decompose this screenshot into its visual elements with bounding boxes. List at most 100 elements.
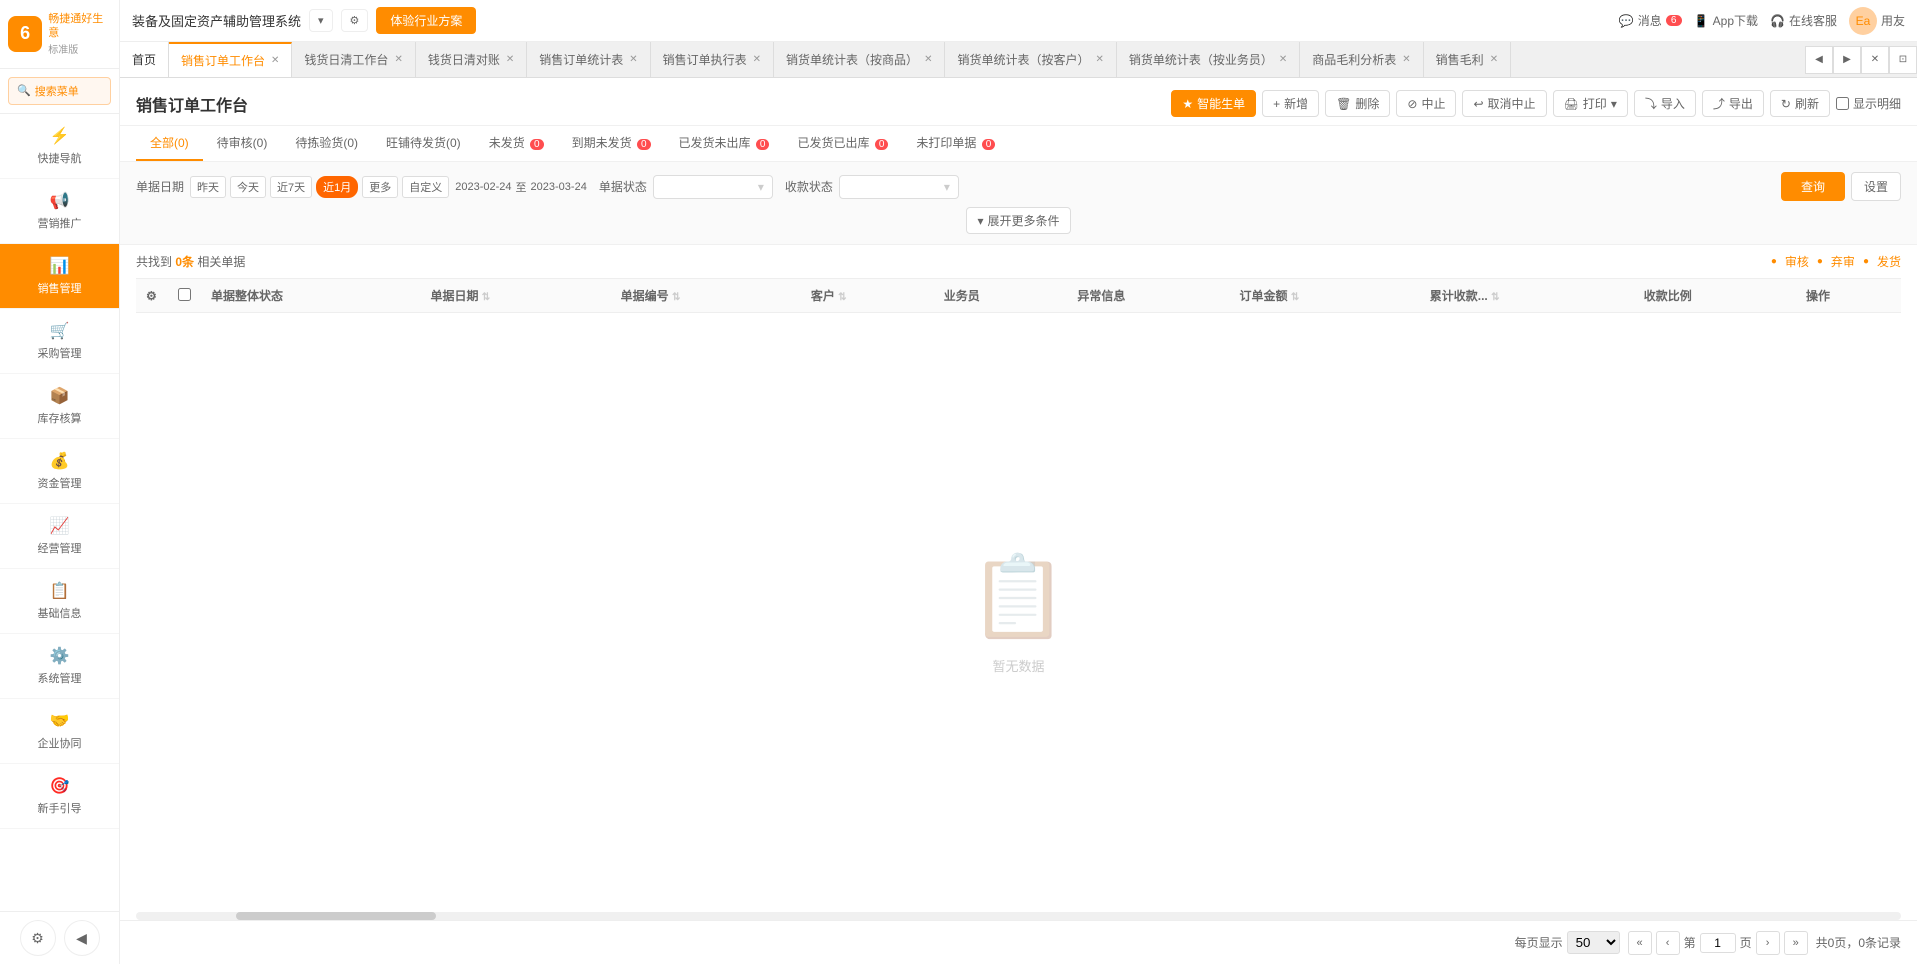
tab-close-icon[interactable]: ✕ bbox=[629, 54, 637, 65]
select-all-checkbox[interactable] bbox=[178, 288, 191, 301]
dropdown-button[interactable]: ▾ bbox=[309, 9, 333, 32]
filter-tab-unprinted[interactable]: 未打印单据 0 bbox=[902, 126, 1009, 161]
sidebar-item-finance[interactable]: 💰 资金管理 bbox=[0, 439, 119, 504]
filter-tab-wangpu[interactable]: 旺铺待发货(0) bbox=[372, 126, 475, 161]
prev-page-button[interactable]: ‹ bbox=[1656, 931, 1680, 955]
delete-button[interactable]: 🗑 删除 bbox=[1325, 90, 1390, 117]
ship-link[interactable]: 发货 bbox=[1877, 253, 1901, 270]
tab-close-all-button[interactable]: ✕ bbox=[1861, 46, 1889, 74]
refresh-button[interactable]: ↻ 刷新 bbox=[1770, 90, 1830, 117]
sidebar-item-marketing[interactable]: 📢 营销推广 bbox=[0, 179, 119, 244]
tab-close-icon[interactable]: ✕ bbox=[1490, 54, 1498, 65]
tab-close-icon[interactable]: ✕ bbox=[1095, 54, 1103, 65]
settings-bottom-button[interactable]: ⚙ bbox=[20, 920, 56, 956]
status-select[interactable]: ▾ bbox=[653, 175, 773, 199]
sidebar-item-quick-nav[interactable]: ⚡ 快捷导航 bbox=[0, 114, 119, 179]
online-service[interactable]: 🎧 在线客服 bbox=[1770, 12, 1837, 29]
sidebar-item-basic[interactable]: 📋 基础信息 bbox=[0, 569, 119, 634]
add-button[interactable]: + 新增 bbox=[1262, 90, 1319, 117]
sort-amount-icon[interactable]: ⇅ bbox=[1291, 292, 1299, 303]
search-menu-button[interactable]: 🔍 搜索菜单 bbox=[8, 77, 111, 105]
date-today-btn[interactable]: 今天 bbox=[230, 176, 266, 198]
filter-tab-pending-check[interactable]: 待拣验货(0) bbox=[281, 126, 372, 161]
review-link[interactable]: 审核 bbox=[1785, 253, 1809, 270]
sort-customer-icon[interactable]: ⇅ bbox=[838, 292, 846, 303]
tab-prev-button[interactable]: ◀ bbox=[1805, 46, 1833, 74]
horizontal-scrollbar[interactable] bbox=[136, 912, 1901, 920]
show-detail-toggle[interactable]: 显示明细 bbox=[1836, 95, 1901, 112]
industry-solution-button[interactable]: 体验行业方案 bbox=[376, 7, 476, 34]
tab-home[interactable]: 首页 bbox=[120, 42, 169, 78]
unreviewed-link[interactable]: 弃审 bbox=[1831, 253, 1855, 270]
tab-sales-stats[interactable]: 销售订单统计表 ✕ bbox=[527, 42, 650, 78]
expand-label: 展开更多条件 bbox=[988, 212, 1060, 229]
tab-close-icon[interactable]: ✕ bbox=[924, 54, 932, 65]
sidebar-item-purchase[interactable]: 🛒 采购管理 bbox=[0, 309, 119, 374]
first-page-button[interactable]: « bbox=[1628, 931, 1652, 955]
sidebar-item-guide[interactable]: 🎯 新手引导 bbox=[0, 764, 119, 829]
tab-sales-exec[interactable]: 销售订单执行表 ✕ bbox=[651, 42, 774, 78]
page-size-select[interactable]: 20 50 100 bbox=[1567, 931, 1620, 954]
collapse-button[interactable]: ◀ bbox=[64, 920, 100, 956]
payment-select[interactable]: ▾ bbox=[839, 175, 959, 199]
filter-tab-unshipped[interactable]: 未发货 0 bbox=[475, 126, 558, 161]
app-download[interactable]: 📱 App下载 bbox=[1694, 12, 1758, 29]
sort-date-icon[interactable]: ⇅ bbox=[482, 292, 490, 303]
tab-goods-stats-staff[interactable]: 销货单统计表（按业务员） ✕ bbox=[1117, 42, 1300, 78]
tab-close-icon[interactable]: ✕ bbox=[1279, 54, 1287, 65]
user-profile[interactable]: Ea 用友 bbox=[1849, 7, 1905, 35]
filter-tab-shipped-not-out[interactable]: 已发货未出库 0 bbox=[665, 126, 784, 161]
tab-close-icon[interactable]: ✕ bbox=[506, 54, 514, 65]
query-button[interactable]: 查询 bbox=[1781, 172, 1845, 201]
settings-button[interactable]: ⚙ bbox=[341, 9, 369, 32]
cancel-stop-button[interactable]: ↩ 取消中止 bbox=[1462, 90, 1546, 117]
tab-next-button[interactable]: ▶ bbox=[1833, 46, 1861, 74]
date-1month-btn[interactable]: 近1月 bbox=[316, 176, 358, 198]
export-button[interactable]: ⤴ 导出 bbox=[1702, 90, 1764, 117]
tab-goods-stats-product[interactable]: 销货单统计表（按商品） ✕ bbox=[774, 42, 945, 78]
col-settings[interactable]: ⚙ bbox=[136, 279, 168, 313]
sidebar-item-inventory[interactable]: 📦 库存核算 bbox=[0, 374, 119, 439]
logo-icon: 6 bbox=[8, 16, 42, 52]
tab-close-icon[interactable]: ✕ bbox=[271, 55, 279, 66]
sidebar-item-system[interactable]: ⚙️ 系统管理 bbox=[0, 634, 119, 699]
tab-goods-stats-customer[interactable]: 销货单统计表（按客户） ✕ bbox=[945, 42, 1116, 78]
sort-received-icon[interactable]: ⇅ bbox=[1491, 292, 1499, 303]
smart-create-button[interactable]: ★ 智能生单 bbox=[1171, 90, 1256, 117]
tab-close-icon[interactable]: ✕ bbox=[394, 54, 402, 65]
setting-button[interactable]: 设置 bbox=[1851, 172, 1901, 201]
col-checkbox[interactable] bbox=[168, 279, 201, 313]
tab-margin-analysis[interactable]: 商品毛利分析表 ✕ bbox=[1300, 42, 1423, 78]
expand-conditions-button[interactable]: ▾ 展开更多条件 bbox=[966, 207, 1070, 234]
filter-tab-all[interactable]: 全部(0) bbox=[136, 126, 203, 161]
scroll-thumb[interactable] bbox=[236, 912, 436, 920]
print-button[interactable]: 🖨 打印 ▾ bbox=[1553, 90, 1628, 117]
show-detail-checkbox[interactable] bbox=[1836, 97, 1849, 110]
next-page-button[interactable]: › bbox=[1756, 931, 1780, 955]
filter-tab-shipped-out[interactable]: 已发货已出库 0 bbox=[783, 126, 902, 161]
tab-cash-reconcile[interactable]: 钱货日清对账 ✕ bbox=[416, 42, 527, 78]
page-number-input[interactable] bbox=[1700, 933, 1736, 953]
tab-cash-daily[interactable]: 钱货日清工作台 ✕ bbox=[292, 42, 415, 78]
tab-close-icon[interactable]: ✕ bbox=[753, 54, 761, 65]
message-badge: 6 bbox=[1666, 15, 1682, 26]
message-center[interactable]: 💬 消息 6 bbox=[1619, 12, 1682, 29]
filter-tab-pending-review[interactable]: 待审核(0) bbox=[203, 126, 282, 161]
tab-sales-profit[interactable]: 销售毛利 ✕ bbox=[1424, 42, 1511, 78]
sidebar-item-enterprise[interactable]: 🤝 企业协同 bbox=[0, 699, 119, 764]
sidebar-item-operation[interactable]: 📈 经营管理 bbox=[0, 504, 119, 569]
date-7days-btn[interactable]: 近7天 bbox=[270, 176, 312, 198]
import-button[interactable]: ⤵ 导入 bbox=[1634, 90, 1696, 117]
tab-expand-button[interactable]: ⊡ bbox=[1889, 46, 1917, 74]
date-more-btn[interactable]: 更多 bbox=[362, 176, 398, 198]
tab-goods-stats-product-label: 销货单统计表（按商品） bbox=[786, 51, 918, 68]
sort-number-icon[interactable]: ⇅ bbox=[672, 292, 680, 303]
date-yesterday-btn[interactable]: 昨天 bbox=[190, 176, 226, 198]
tab-sales-workbench[interactable]: 销售订单工作台 ✕ bbox=[169, 42, 292, 78]
stop-button[interactable]: ⊘ 中止 bbox=[1396, 90, 1456, 117]
date-custom-btn[interactable]: 自定义 bbox=[402, 176, 449, 198]
sidebar-item-sales[interactable]: 📊 销售管理 bbox=[0, 244, 119, 309]
last-page-button[interactable]: » bbox=[1784, 931, 1808, 955]
tab-close-icon[interactable]: ✕ bbox=[1402, 54, 1410, 65]
filter-tab-overdue[interactable]: 到期未发货 0 bbox=[558, 126, 665, 161]
